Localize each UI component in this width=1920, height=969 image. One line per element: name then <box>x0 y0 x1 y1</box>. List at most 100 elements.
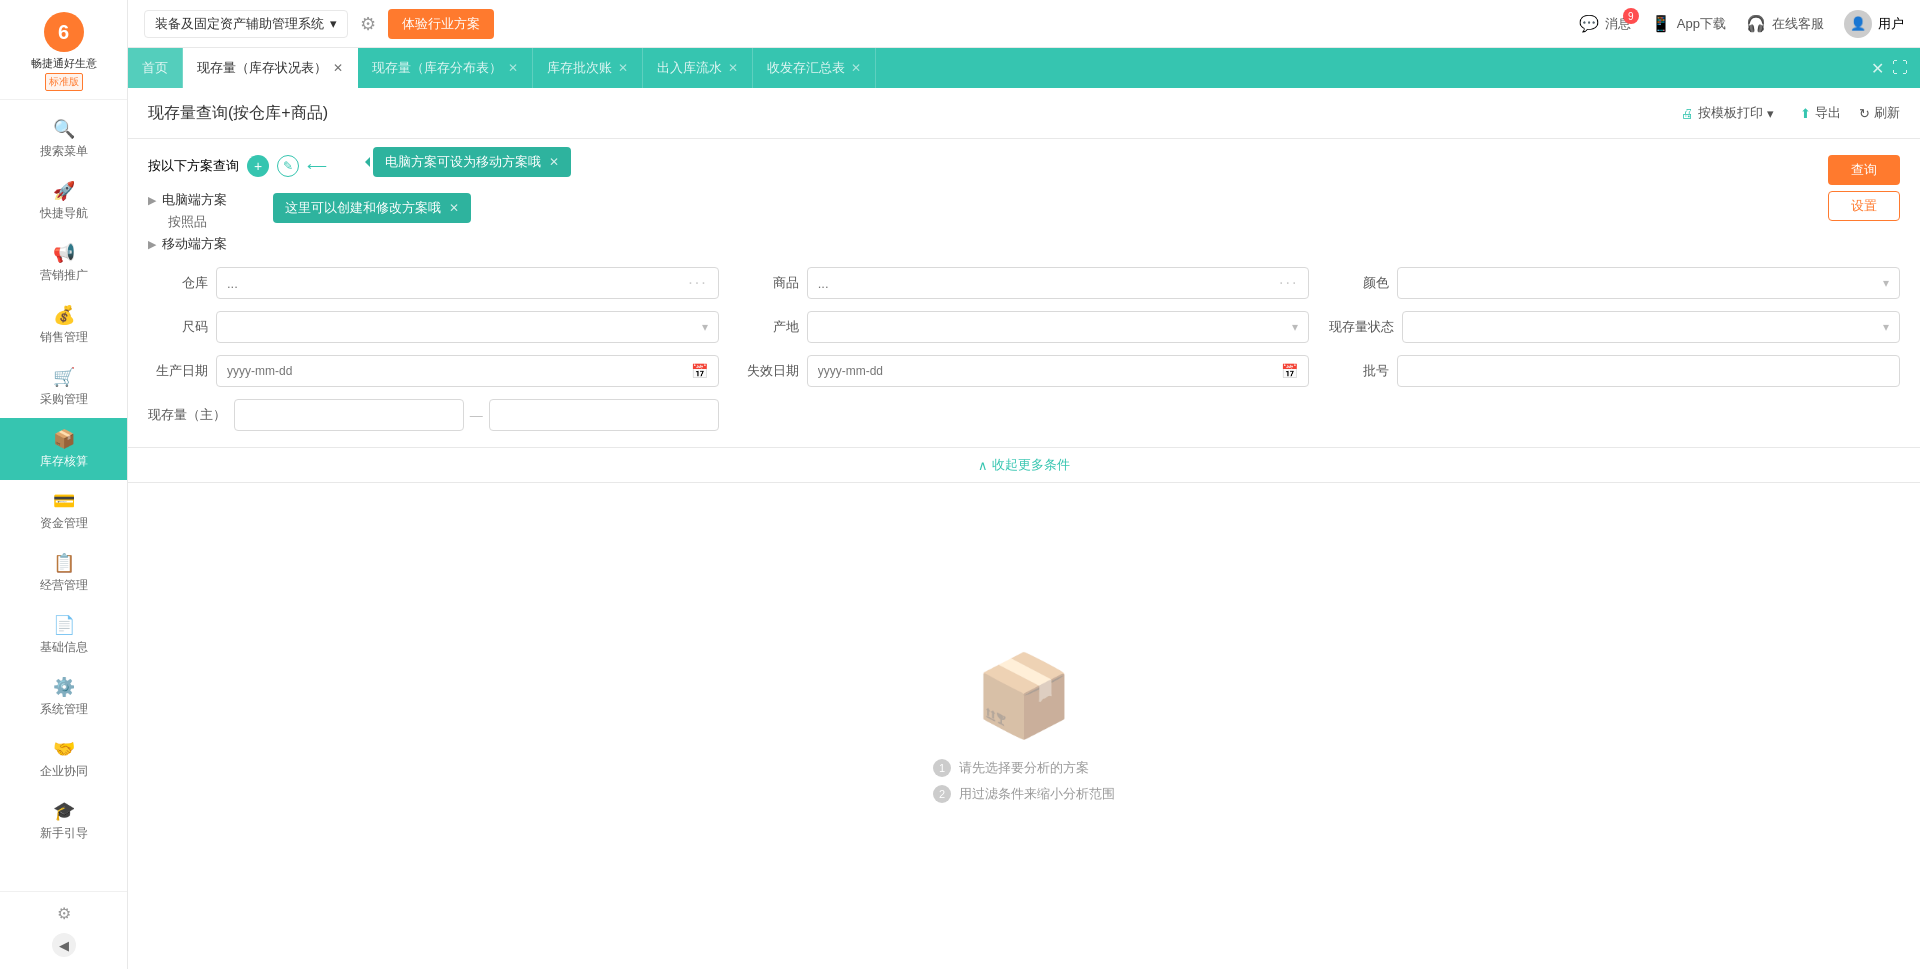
calendar-icon[interactable]: 📅 <box>1281 363 1298 379</box>
filter-row-stock-status: 现存量状态 ▾ <box>1329 311 1900 343</box>
app-download-btn[interactable]: 📱 App下载 <box>1651 14 1726 33</box>
expiry-date-field[interactable] <box>818 364 1282 378</box>
tab-close-all-icon[interactable]: ✕ <box>1871 59 1884 78</box>
scheme-mobile-item[interactable]: ▶ 移动端方案 <box>148 233 1900 255</box>
tooltip-desktop: 电脑方案可设为移动方案哦 ✕ <box>373 147 571 177</box>
sidebar-item-newbie[interactable]: 🎓 新手引导 <box>0 790 127 852</box>
tabbar: 首页 现存量（库存状况表） ✕ 现存量（库存分布表） ✕ 库存批次账 ✕ 出入库… <box>128 48 1920 88</box>
hint-text-2: 用过滤条件来缩小分析范围 <box>959 785 1115 803</box>
trial-button[interactable]: 体验行业方案 <box>388 9 494 39</box>
tooltip-desktop-close[interactable]: ✕ <box>549 155 559 169</box>
sidebar-item-purchase[interactable]: 🛒 采购管理 <box>0 356 127 418</box>
handshake-icon: 🤝 <box>53 738 75 760</box>
sidebar-item-basic[interactable]: 📄 基础信息 <box>0 604 127 666</box>
filter-header-label: 按以下方案查询 <box>148 157 239 175</box>
tab-inventory-status-label: 现存量（库存状况表） <box>197 59 327 77</box>
tooltip-create-close[interactable]: ✕ <box>449 201 459 215</box>
batch-field[interactable] <box>1408 364 1889 379</box>
sidebar-item-sales[interactable]: 💰 销售管理 <box>0 294 127 356</box>
origin-select[interactable]: ▾ <box>807 311 1310 343</box>
tab-close-icon[interactable]: ✕ <box>851 61 861 75</box>
filter-edit-btn[interactable]: ✎ <box>277 155 299 177</box>
stock-main-from[interactable] <box>234 399 464 431</box>
filter-add-btn[interactable]: + <box>247 155 269 177</box>
tab-fullscreen-icon[interactable]: ⛶ <box>1892 59 1908 77</box>
range-dash: — <box>470 408 483 423</box>
tab-inout-flow-label: 出入库流水 <box>657 59 722 77</box>
sidebar-item-corp[interactable]: 🤝 企业协同 <box>0 728 127 790</box>
calendar-icon[interactable]: 📅 <box>691 363 708 379</box>
sidebar-item-label: 经营管理 <box>40 577 88 594</box>
message-icon: 💬 <box>1579 14 1599 33</box>
refresh-btn[interactable]: ↻ 刷新 <box>1859 104 1900 122</box>
select-arrow-icon: ▾ <box>702 320 708 334</box>
message-btn[interactable]: 💬 消息 9 <box>1579 14 1631 33</box>
color-label: 颜色 <box>1329 274 1389 292</box>
production-date-field[interactable] <box>227 364 691 378</box>
tab-recv-send[interactable]: 收发存汇总表 ✕ <box>753 48 876 88</box>
tab-batch-account[interactable]: 库存批次账 ✕ <box>533 48 643 88</box>
warehouse-field[interactable] <box>227 276 688 291</box>
filter-row-expiry-date: 失效日期 📅 <box>739 355 1310 387</box>
expiry-date-input[interactable]: 📅 <box>807 355 1310 387</box>
tab-home[interactable]: 首页 <box>128 48 183 88</box>
query-button[interactable]: 查询 <box>1828 155 1900 185</box>
warehouse-input[interactable]: ··· <box>216 267 719 299</box>
sidebar-item-operation[interactable]: 📋 经营管理 <box>0 542 127 604</box>
sidebar-bottom: ⚙ ◀ <box>0 891 127 969</box>
export-btn[interactable]: ⬆ 导出 <box>1792 100 1849 126</box>
batch-input[interactable] <box>1397 355 1900 387</box>
money-icon: 💰 <box>53 304 75 326</box>
tab-inventory-status[interactable]: 现存量（库存状况表） ✕ <box>183 48 358 88</box>
print-btn[interactable]: 🖨 按模板打印 ▾ <box>1673 100 1782 126</box>
more-options-icon[interactable]: ··· <box>688 274 707 292</box>
tab-close-icon[interactable]: ✕ <box>728 61 738 75</box>
color-select[interactable]: ▾ <box>1397 267 1900 299</box>
tab-close-icon[interactable]: ✕ <box>618 61 628 75</box>
collapse-bar[interactable]: ∧ 收起更多条件 <box>128 448 1920 483</box>
tab-home-label: 首页 <box>142 59 168 77</box>
settings-icon-btn[interactable]: ⚙ <box>360 13 376 35</box>
size-select[interactable]: ▾ <box>216 311 719 343</box>
sidebar-collapse-btn[interactable]: ◀ <box>52 933 76 957</box>
phone-icon: 📱 <box>1651 14 1671 33</box>
goods-input[interactable]: ··· <box>807 267 1310 299</box>
tab-close-icon[interactable]: ✕ <box>508 61 518 75</box>
sidebar-item-marketing[interactable]: 📢 营销推广 <box>0 232 127 294</box>
stock-main-to[interactable] <box>489 399 719 431</box>
sidebar-item-quick[interactable]: 🚀 快捷导航 <box>0 170 127 232</box>
batch-label: 批号 <box>1329 362 1389 380</box>
tab-inout-flow[interactable]: 出入库流水 ✕ <box>643 48 753 88</box>
sidebar-item-search[interactable]: 🔍 搜索菜单 <box>0 108 127 170</box>
sidebar-item-finance[interactable]: 💳 资金管理 <box>0 480 127 542</box>
production-date-input[interactable]: 📅 <box>216 355 719 387</box>
sidebar-item-system[interactable]: ⚙️ 系统管理 <box>0 666 127 728</box>
goods-field[interactable] <box>818 276 1279 291</box>
filter-arrow-left[interactable]: ⟵ <box>307 158 327 174</box>
filter-row-batch: 批号 <box>1329 355 1900 387</box>
sidebar-item-label: 企业协同 <box>40 763 88 780</box>
logo-tag: 标准版 <box>45 73 83 91</box>
user-info[interactable]: 👤 用户 <box>1844 10 1904 38</box>
system-selector[interactable]: 装备及固定资产辅助管理系统 ▾ <box>144 10 348 38</box>
origin-label: 产地 <box>739 318 799 336</box>
tab-close-icon[interactable]: ✕ <box>333 61 343 75</box>
empty-hints: 1 请先选择要分析的方案 2 用过滤条件来缩小分析范围 <box>933 759 1115 803</box>
sidebar-logo: 6 畅捷通好生意 标准版 <box>0 0 127 100</box>
sidebar-item-label: 采购管理 <box>40 391 88 408</box>
empty-state: 📦 1 请先选择要分析的方案 2 用过滤条件来缩小分析范围 <box>128 483 1920 969</box>
stock-status-select[interactable]: ▾ <box>1402 311 1900 343</box>
reset-button[interactable]: 设置 <box>1828 191 1900 221</box>
main-area: 装备及固定资产辅助管理系统 ▾ ⚙ 体验行业方案 💬 消息 9 📱 App下载 … <box>128 0 1920 969</box>
sidebar-item-label: 搜索菜单 <box>40 143 88 160</box>
tab-inventory-dist[interactable]: 现存量（库存分布表） ✕ <box>358 48 533 88</box>
more-options-icon[interactable]: ··· <box>1279 274 1298 292</box>
sidebar-settings-btn[interactable]: ⚙ <box>57 904 71 923</box>
sidebar-item-inventory[interactable]: 📦 库存核算 <box>0 418 127 480</box>
expiry-date-label: 失效日期 <box>739 362 799 380</box>
empty-illustration: 📦 <box>974 649 1074 743</box>
export-icon: ⬆ <box>1800 106 1811 121</box>
online-support-btn[interactable]: 🎧 在线客服 <box>1746 14 1824 33</box>
warehouse-label: 仓库 <box>148 274 208 292</box>
sidebar-item-label: 基础信息 <box>40 639 88 656</box>
